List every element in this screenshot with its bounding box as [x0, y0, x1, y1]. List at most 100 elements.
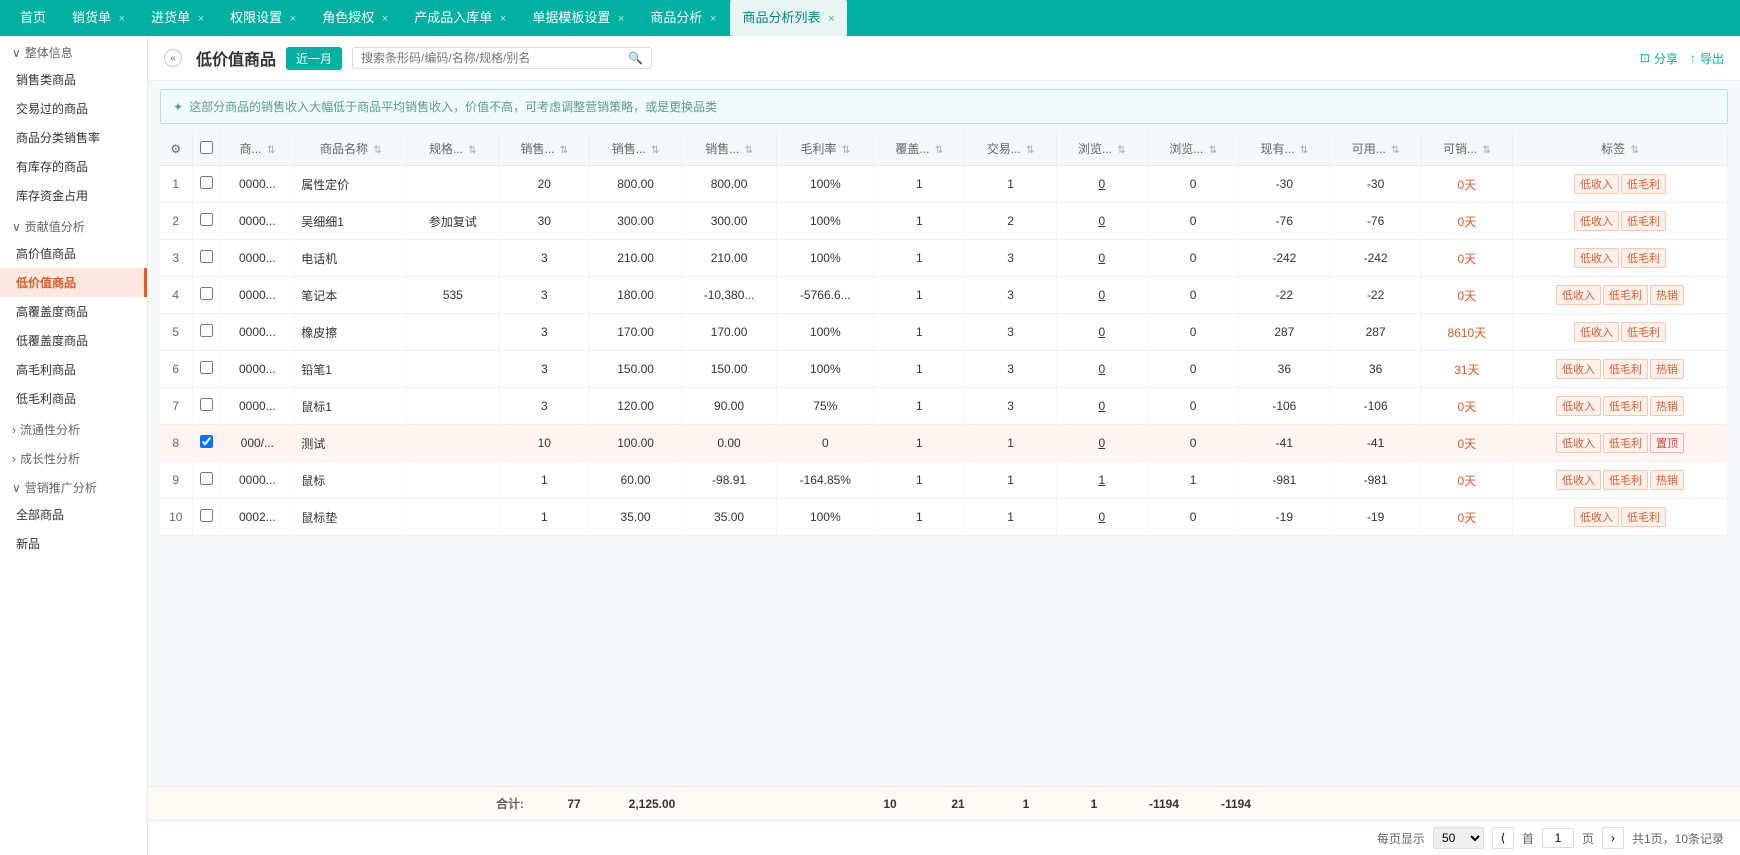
col-sellable[interactable]: 可销... ⇅: [1421, 132, 1512, 166]
nav-role-auth[interactable]: 角色授权 ×: [310, 0, 400, 36]
per-page-select[interactable]: 50 100: [1433, 827, 1484, 849]
share-button[interactable]: ⊡ 分享: [1640, 50, 1678, 67]
row-name: 电话机: [295, 240, 407, 277]
nav-home[interactable]: 首页: [8, 0, 58, 36]
sidebar-group-liquidity[interactable]: › 流通性分析: [0, 413, 147, 442]
sidebar-item-new-products[interactable]: 新品: [0, 529, 147, 558]
row-sellable: 8610天: [1421, 314, 1512, 351]
col-gross-rate[interactable]: 毛利率 ⇅: [777, 132, 874, 166]
row-checkbox[interactable]: [200, 176, 213, 189]
row-checkbox[interactable]: [200, 398, 213, 411]
row-checkbox[interactable]: [200, 435, 213, 448]
col-transaction[interactable]: 交易... ⇅: [965, 132, 1056, 166]
sidebar-item-high-coverage[interactable]: 高覆盖度商品: [0, 297, 147, 326]
row-num: 1: [160, 166, 192, 203]
nav-product-analysis[interactable]: 商品分析 ×: [638, 0, 728, 36]
nav-product-inbound[interactable]: 产成品入库单 ×: [402, 0, 518, 36]
col-tags[interactable]: 标签 ⇅: [1513, 132, 1728, 166]
row-checkbox[interactable]: [200, 472, 213, 485]
sidebar-item-low-value[interactable]: 低价值商品: [0, 268, 147, 297]
col-sales-amt[interactable]: 销售... ⇅: [590, 132, 681, 166]
col-available[interactable]: 可用... ⇅: [1330, 132, 1421, 166]
sidebar-item-all-products[interactable]: 全部商品: [0, 500, 147, 529]
sidebar-item-stocked-products[interactable]: 有库存的商品: [0, 152, 147, 181]
sidebar-item-traded-products[interactable]: 交易过的商品: [0, 94, 147, 123]
col-sales-qty[interactable]: 销售... ⇅: [499, 132, 590, 166]
chevron-right-icon-2: ›: [12, 452, 16, 466]
browse1-link[interactable]: 0: [1098, 399, 1105, 413]
row-stock: -242: [1239, 240, 1330, 277]
col-stock[interactable]: 现有... ⇅: [1239, 132, 1330, 166]
tag-badge: 低收入: [1556, 359, 1601, 379]
page-sep: 页: [1582, 830, 1594, 847]
row-checkbox[interactable]: [200, 213, 213, 226]
col-spec[interactable]: 规格... ⇅: [407, 132, 499, 166]
main-content: « 低价值商品 近一月 🔍 ⊡ 分享 ↑ 导出 ✦ 这部分商品的销售收入大幅: [148, 36, 1740, 855]
browse1-link[interactable]: 0: [1098, 362, 1105, 376]
row-checkbox-cell: [192, 388, 220, 425]
page-number-input[interactable]: [1542, 828, 1574, 848]
sidebar-item-low-coverage[interactable]: 低覆盖度商品: [0, 326, 147, 355]
sidebar-group-growth[interactable]: › 成长性分析: [0, 442, 147, 471]
col-name[interactable]: 商品名称 ⇅: [295, 132, 407, 166]
row-code: 0000...: [220, 388, 295, 425]
col-coverage[interactable]: 覆盖... ⇅: [874, 132, 965, 166]
sidebar-collapse-button[interactable]: «: [164, 49, 182, 67]
col-code[interactable]: 商... ⇅: [220, 132, 295, 166]
next-page-button[interactable]: ›: [1602, 827, 1624, 849]
sidebar-item-sales-products[interactable]: 销售类商品: [0, 65, 147, 94]
row-coverage: 1: [874, 203, 965, 240]
header-actions: ⊡ 分享 ↑ 导出: [1640, 50, 1724, 67]
days-badge: 8610天: [1448, 326, 1487, 340]
table-row: 2 0000... 吴细细1 参加复试 30 300.00 300.00 100…: [160, 203, 1728, 240]
gear-icon[interactable]: ⚙: [170, 142, 181, 156]
browse1-link[interactable]: 1: [1098, 473, 1105, 487]
period-button[interactable]: 近一月: [286, 47, 342, 70]
browse1-link[interactable]: 0: [1098, 436, 1105, 450]
sidebar-item-low-margin[interactable]: 低毛利商品: [0, 384, 147, 413]
sidebar-item-stock-capital[interactable]: 库存资金占用: [0, 181, 147, 210]
nav-permission[interactable]: 权限设置 ×: [218, 0, 308, 36]
browse1-link[interactable]: 0: [1098, 214, 1105, 228]
tag-badge: 低毛利: [1621, 248, 1666, 268]
content-header: « 低价值商品 近一月 🔍 ⊡ 分享 ↑ 导出: [148, 36, 1740, 81]
nav-purchase-order[interactable]: 进货单 ×: [139, 0, 216, 36]
row-sales-val: -98.91: [681, 462, 777, 499]
sidebar-group-marketing[interactable]: ∨ 营销推广分析: [0, 471, 147, 500]
row-num: 10: [160, 499, 192, 536]
select-all-checkbox[interactable]: [200, 141, 213, 154]
sidebar-group-contribution[interactable]: ∨ 贡献值分析: [0, 210, 147, 239]
col-browse1[interactable]: 浏览... ⇅: [1056, 132, 1147, 166]
browse1-link[interactable]: 0: [1098, 325, 1105, 339]
col-gear[interactable]: ⚙: [160, 132, 192, 166]
row-coverage: 1: [874, 425, 965, 462]
sidebar-item-category-rate[interactable]: 商品分类销售率: [0, 123, 147, 152]
row-spec: [407, 314, 499, 351]
browse1-link[interactable]: 0: [1098, 177, 1105, 191]
row-stock: -106: [1239, 388, 1330, 425]
sidebar-item-high-margin[interactable]: 高毛利商品: [0, 355, 147, 384]
browse1-link[interactable]: 0: [1098, 510, 1105, 524]
table-row: 5 0000... 橡皮擦 3 170.00 170.00 100% 1 3 0…: [160, 314, 1728, 351]
row-gross-rate: -5766.6...: [777, 277, 874, 314]
search-icon[interactable]: 🔍: [628, 51, 643, 65]
col-browse2[interactable]: 浏览... ⇅: [1147, 132, 1238, 166]
sidebar-item-high-value[interactable]: 高价值商品: [0, 239, 147, 268]
row-checkbox[interactable]: [200, 250, 213, 263]
search-input[interactable]: [361, 51, 624, 65]
export-button[interactable]: ↑ 导出: [1690, 50, 1724, 67]
sidebar-group-overall[interactable]: ∨ 整体信息: [0, 36, 147, 65]
first-page-button[interactable]: ⟨: [1492, 827, 1514, 849]
row-available: 287: [1330, 314, 1421, 351]
row-checkbox[interactable]: [200, 509, 213, 522]
row-available: -22: [1330, 277, 1421, 314]
browse1-link[interactable]: 0: [1098, 251, 1105, 265]
row-checkbox[interactable]: [200, 287, 213, 300]
col-sales-val[interactable]: 销售... ⇅: [681, 132, 777, 166]
row-checkbox[interactable]: [200, 324, 213, 337]
nav-product-analysis-list[interactable]: 商品分析列表 ×: [730, 0, 846, 36]
row-checkbox[interactable]: [200, 361, 213, 374]
nav-template[interactable]: 单据模板设置 ×: [520, 0, 636, 36]
browse1-link[interactable]: 0: [1098, 288, 1105, 302]
nav-sales-order[interactable]: 销货单 ×: [60, 0, 137, 36]
